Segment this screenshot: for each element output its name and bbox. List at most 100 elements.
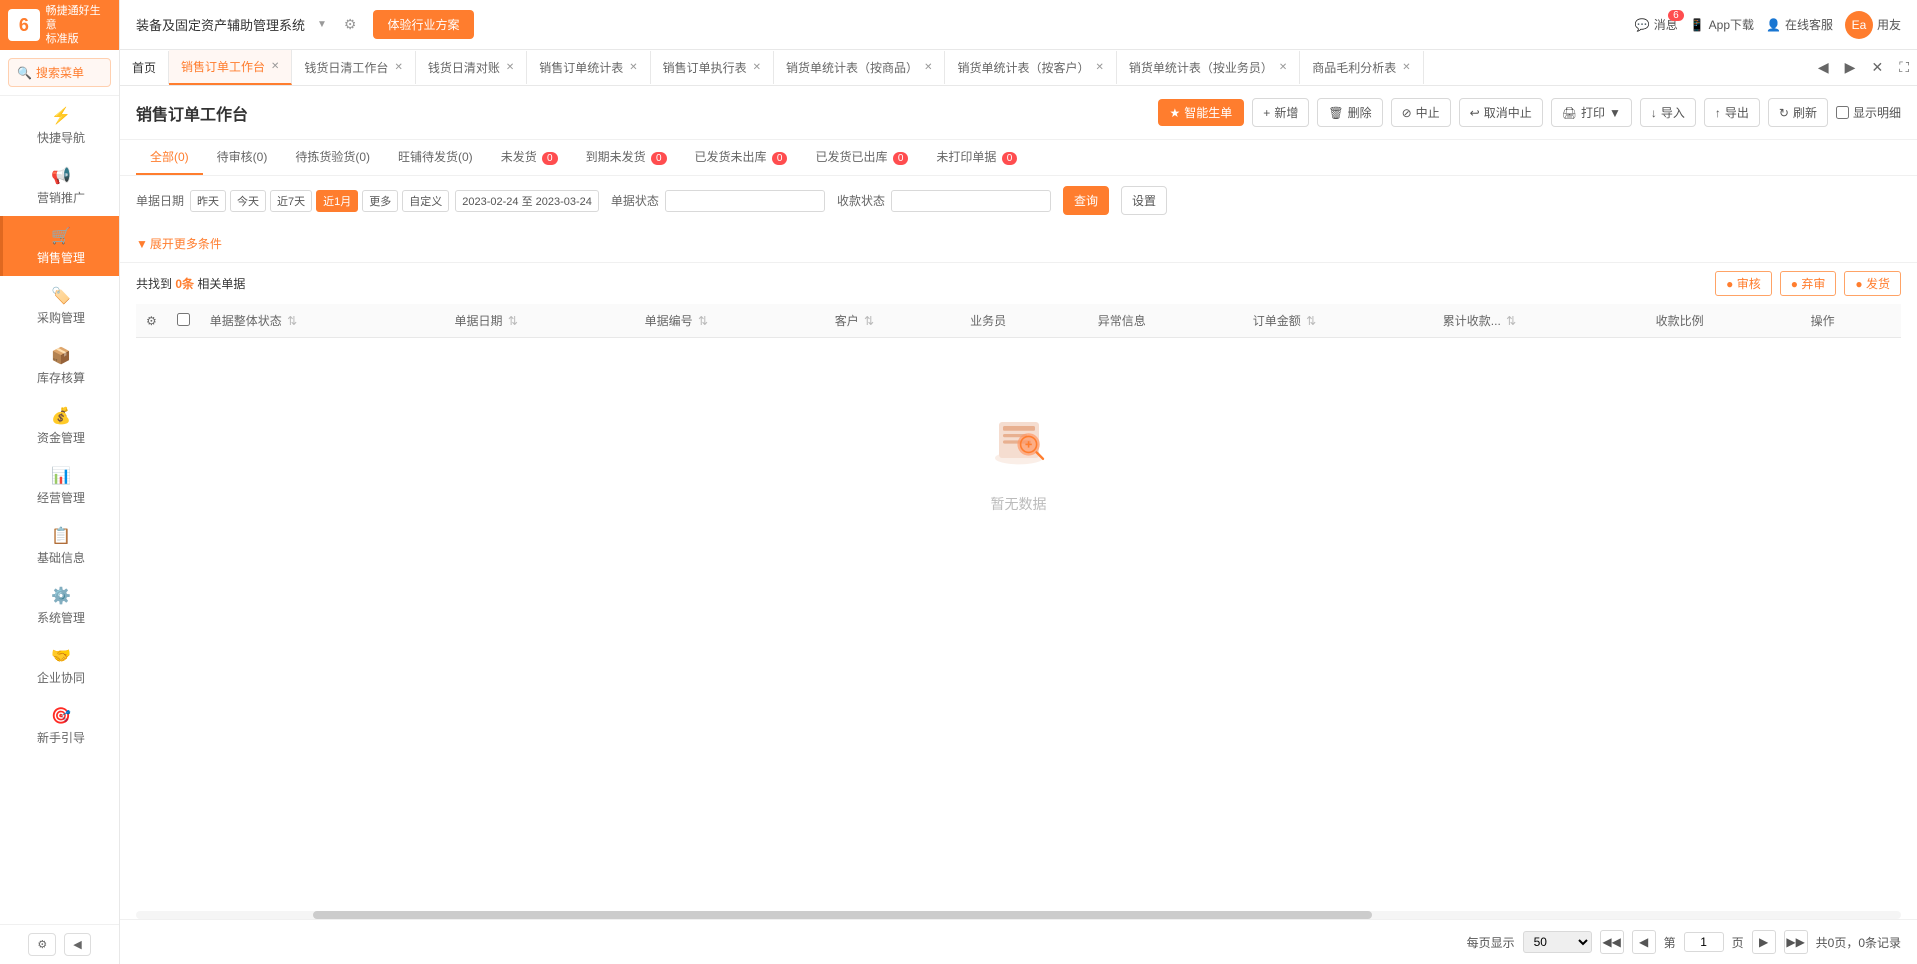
sub-tab-wangpu-ship[interactable]: 旺铺待发货(0) [384,140,487,175]
tab-cash-reconcile[interactable]: 钱货日清对账 ✕ [416,51,527,84]
sub-tab-shipped-not-out[interactable]: 已发货未出库 0 [681,140,802,175]
expand-filters-button[interactable]: ▼ 展开更多条件 [136,235,1901,252]
sub-tab-pending-review[interactable]: 待审核(0) [203,140,282,175]
message-button[interactable]: 💬 消息 6 [1635,16,1678,33]
batch-ship-button[interactable]: ● 发货 [1844,271,1901,296]
online-service-button[interactable]: 👤 在线客服 [1766,16,1833,33]
system-settings-icon[interactable]: ⚙ [339,11,362,38]
batch-cancel-button[interactable]: ● 弃审 [1780,271,1837,296]
th-gear[interactable]: ⚙ [136,304,167,338]
sub-tab-all[interactable]: 全部(0) [136,140,203,175]
next-page-button[interactable]: ▶ [1752,930,1776,954]
refresh-button[interactable]: ↻ 刷新 [1768,98,1828,127]
show-detail-checkbox[interactable]: 显示明细 [1836,104,1901,121]
settings-filter-button[interactable]: 设置 [1121,186,1167,215]
print-button[interactable]: 🖨 打印 ▼ [1551,98,1632,127]
shipped-not-out-badge: 0 [772,152,788,165]
quick-nav-icon: ⚡ [51,106,71,126]
sidebar-item-enterprise[interactable]: 🤝 企业协同 [0,636,119,696]
sidebar-item-system[interactable]: ⚙️ 系统管理 [0,576,119,636]
message-badge: 6 [1668,10,1684,21]
tab-close-icon[interactable]: ✕ [924,62,932,73]
last-page-button[interactable]: ▶▶ [1784,930,1808,954]
sort-amount-icon[interactable]: ⇅ [1306,314,1316,328]
sort-customer-icon[interactable]: ⇅ [864,314,874,328]
settings-button[interactable]: ⚙ [28,933,56,956]
sidebar-item-base-info[interactable]: 📋 基础信息 [0,516,119,576]
tab-close-icon[interactable]: ✕ [271,61,279,72]
industry-solution-button[interactable]: 体验行业方案 [373,10,473,39]
stop-button[interactable]: ⊘ 中止 [1391,98,1451,127]
search-button[interactable]: 查询 [1063,186,1109,215]
marketing-icon: 📢 [51,166,71,186]
tab-cash-daily[interactable]: 钱货日清工作台 ✕ [292,51,415,84]
sub-tab-pending-inspect[interactable]: 待拣货验货(0) [281,140,384,175]
date-btn-custom[interactable]: 自定义 [402,190,449,212]
tab-close-icon[interactable]: ✕ [394,62,402,73]
first-page-button[interactable]: ◀◀ [1600,930,1624,954]
delete-button[interactable]: 🗑 删除 [1317,98,1382,127]
import-button[interactable]: ↓ 导入 [1640,98,1696,127]
tab-close-icon[interactable]: ✕ [1402,62,1410,73]
sub-tab-overdue-not-shipped[interactable]: 到期未发货 0 [572,140,681,175]
tab-close-icon[interactable]: ✕ [1279,62,1287,73]
batch-review-button[interactable]: ● 审核 [1715,271,1772,296]
sidebar-item-purchase[interactable]: 🏷️ 采购管理 [0,276,119,336]
tab-home[interactable]: 首页 [120,51,169,84]
page-number-input[interactable] [1684,932,1724,952]
tab-sales-workbench[interactable]: 销售订单工作台 ✕ [169,50,292,85]
tab-sales-summary-customer[interactable]: 销货单统计表（按客户） ✕ [945,51,1116,84]
tabs-close-all-button[interactable]: ✕ [1863,55,1891,80]
tabs-next-button[interactable]: ▶ [1837,55,1864,80]
tab-sales-summary-product[interactable]: 销货单统计表（按商品） ✕ [774,51,945,84]
tab-sales-stats[interactable]: 销售订单统计表 ✕ [527,51,650,84]
sidebar-item-inventory[interactable]: 📦 库存核算 [0,336,119,396]
show-detail-input[interactable] [1836,106,1849,119]
select-all-checkbox[interactable] [177,313,190,326]
date-btn-yesterday[interactable]: 昨天 [190,190,226,212]
sidebar-item-sales[interactable]: 🛒 销售管理 [0,216,119,276]
tab-close-icon[interactable]: ✕ [629,62,637,73]
search-menu-button[interactable]: 🔍 搜索菜单 [8,58,111,87]
horizontal-scrollbar[interactable] [136,911,1901,919]
sort-number-icon[interactable]: ⇅ [698,314,708,328]
tab-close-icon[interactable]: ✕ [506,62,514,73]
sort-date-icon[interactable]: ⇅ [508,314,518,328]
date-btn-today[interactable]: 今天 [230,190,266,212]
sidebar-item-guide[interactable]: 🎯 新手引导 [0,696,119,756]
sort-status-icon[interactable]: ⇅ [287,314,297,328]
sidebar-item-marketing[interactable]: 📢 营销推广 [0,156,119,216]
date-btn-1month[interactable]: 近1月 [316,190,358,212]
status-filter-select[interactable] [665,190,825,212]
page-size-select[interactable]: 20 50 100 200 [1523,931,1592,953]
system-dropdown-icon[interactable]: ▼ [317,19,327,30]
sub-tab-not-shipped[interactable]: 未发货 0 [487,140,572,175]
cancel-stop-button[interactable]: ↩ 取消中止 [1459,98,1543,127]
tab-product-margin[interactable]: 商品毛利分析表 ✕ [1300,51,1423,84]
tab-sales-summary-staff[interactable]: 销货单统计表（按业务员） ✕ [1117,51,1300,84]
app-download-button[interactable]: 📱 App下载 [1690,16,1754,33]
tab-sales-exec[interactable]: 销售订单执行表 ✕ [651,51,774,84]
smart-create-button[interactable]: ★ 智能生单 [1158,99,1245,126]
sub-tab-shipped-out[interactable]: 已发货已出库 0 [801,140,922,175]
th-checkbox[interactable] [167,304,200,338]
date-range-display[interactable]: 2023-02-24 至 2023-03-24 [455,190,599,212]
user-menu[interactable]: Ea 用友 [1845,11,1901,39]
collapse-button[interactable]: ◀ [64,933,90,956]
tabs-fullscreen-button[interactable]: ⛶ [1891,55,1917,80]
date-btn-7days[interactable]: 近7天 [270,190,312,212]
sidebar-item-quick-nav[interactable]: ⚡ 快捷导航 [0,96,119,156]
sort-collected-icon[interactable]: ⇅ [1506,314,1516,328]
scrollbar-thumb[interactable] [313,911,1372,919]
date-btn-more[interactable]: 更多 [362,190,398,212]
sidebar-item-operation[interactable]: 📊 经营管理 [0,456,119,516]
export-button[interactable]: ↑ 导出 [1704,98,1760,127]
tabs-prev-button[interactable]: ◀ [1810,55,1837,80]
prev-page-button[interactable]: ◀ [1632,930,1656,954]
sidebar-item-finance[interactable]: 💰 资金管理 [0,396,119,456]
payment-filter-select[interactable] [891,190,1051,212]
add-button[interactable]: + 新增 [1252,98,1309,127]
tab-close-icon[interactable]: ✕ [753,62,761,73]
tab-close-icon[interactable]: ✕ [1095,62,1103,73]
sub-tab-not-printed[interactable]: 未打印单据 0 [922,140,1031,175]
